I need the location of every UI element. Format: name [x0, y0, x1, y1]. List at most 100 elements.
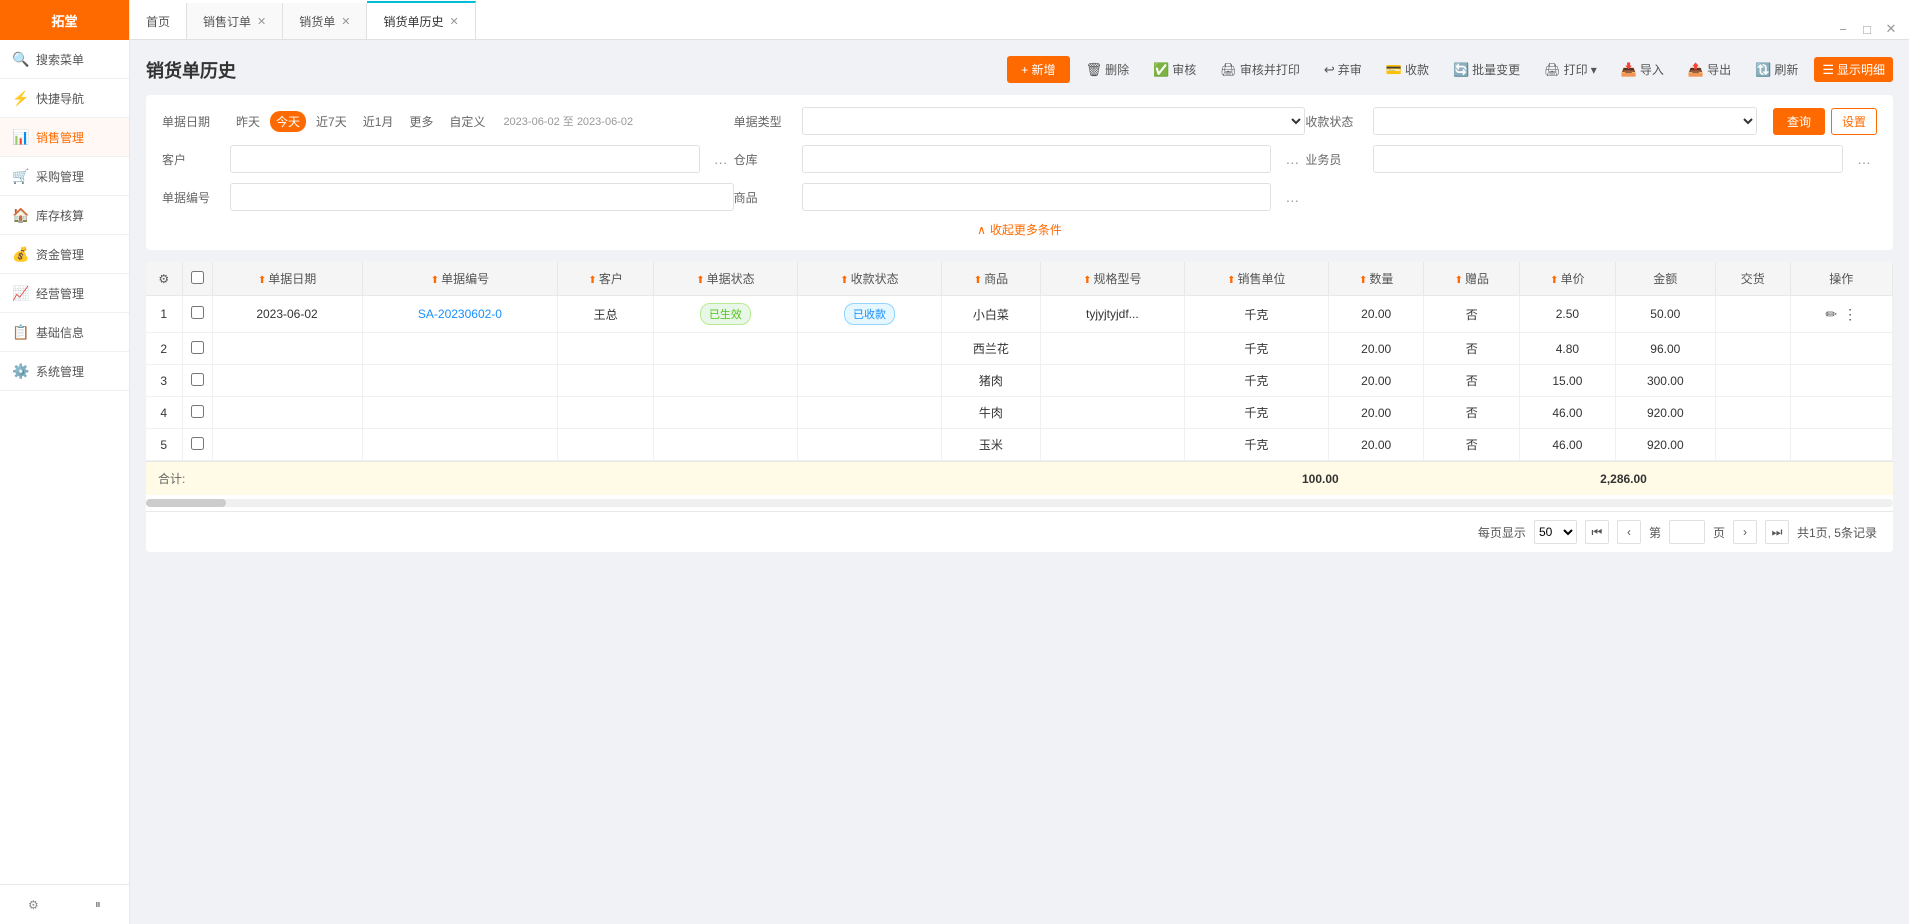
query-button[interactable]: 查询 — [1773, 108, 1825, 135]
per-page-label: 每页显示 — [1478, 524, 1526, 541]
review-print-icon: 🖨 — [1220, 62, 1237, 78]
batch-change-icon: 🔄 — [1453, 62, 1469, 78]
last-page-btn[interactable]: ⏭ — [1765, 520, 1789, 544]
filter-doc-type-select[interactable] — [802, 107, 1306, 135]
review-button[interactable]: ✅ 审核 — [1145, 57, 1204, 82]
col-goods[interactable]: ⬆商品 — [941, 262, 1040, 296]
prev-page-btn[interactable]: ‹ — [1617, 520, 1641, 544]
table-cell[interactable]: ✏⋮ — [1790, 296, 1892, 333]
maximize-btn[interactable]: □ — [1857, 19, 1877, 39]
import-icon: 📥 — [1621, 62, 1637, 78]
table-cell: 小白菜 — [941, 296, 1040, 333]
delete-button[interactable]: 🗑 删除 — [1078, 57, 1138, 82]
date-tab-7days[interactable]: 近7天 — [310, 111, 353, 132]
sidebar-item-basic-info[interactable]: 📋 基础信息 — [0, 313, 129, 352]
filter-goods-input[interactable] — [802, 183, 1272, 211]
sidebar-item-system-mgmt[interactable]: ⚙️ 系统管理 — [0, 352, 129, 391]
col-doc-no[interactable]: ⬆单据编号 — [362, 262, 558, 296]
print-button[interactable]: 🖨 打印 ▾ — [1536, 57, 1605, 82]
export-button[interactable]: 📤 导出 — [1680, 57, 1739, 82]
table-cell[interactable] — [1790, 429, 1892, 461]
table-cell: 15.00 — [1520, 365, 1616, 397]
select-all-checkbox[interactable] — [191, 271, 204, 284]
table-cell[interactable] — [182, 296, 212, 333]
date-tab-custom[interactable]: 自定义 — [443, 111, 491, 132]
sidebar-item-search-menu[interactable]: 🔍 搜索菜单 — [0, 40, 129, 79]
scroll-thumb[interactable] — [146, 499, 226, 507]
col-gift[interactable]: ⬆赠品 — [1424, 262, 1520, 296]
batch-change-button[interactable]: 🔄 批量变更 — [1445, 57, 1528, 82]
col-doc-status[interactable]: ⬆单据状态 — [653, 262, 797, 296]
col-collect-status[interactable]: ⬆收款状态 — [797, 262, 941, 296]
refresh-button[interactable]: 🔃 刷新 — [1747, 57, 1806, 82]
table-cell[interactable] — [1790, 365, 1892, 397]
date-tab-today[interactable]: 今天 — [270, 111, 306, 132]
filter-collect-status-select[interactable] — [1373, 107, 1757, 135]
page-number-input[interactable]: 1 — [1669, 520, 1705, 544]
date-tab-1month[interactable]: 近1月 — [357, 111, 400, 132]
tab-home[interactable]: 首页 — [130, 3, 187, 39]
tab-sales-order-close[interactable]: ✕ — [257, 15, 266, 28]
col-sales-unit[interactable]: ⬆销售单位 — [1184, 262, 1328, 296]
sidebar-item-operations-mgmt[interactable]: 📈 经营管理 — [0, 274, 129, 313]
col-customer[interactable]: ⬆客户 — [558, 262, 654, 296]
import-button[interactable]: 📥 导入 — [1613, 57, 1672, 82]
staff-ellipsis-btn[interactable]: … — [1851, 150, 1877, 168]
filter-warehouse-input[interactable] — [802, 145, 1272, 173]
show-detail-button[interactable]: ☰ 显示明细 — [1814, 57, 1893, 82]
filter-staff-item: 业务员 … — [1305, 145, 1877, 173]
page-title: 销货单历史 — [146, 57, 236, 83]
sidebar-item-sales-mgmt[interactable]: 📊 销售管理 — [0, 118, 129, 157]
sidebar-item-purchase-mgmt[interactable]: 🛒 采购管理 — [0, 157, 129, 196]
sidebar-item-inventory[interactable]: 🏠 库存核算 — [0, 196, 129, 235]
review-icon: ✅ — [1153, 62, 1169, 78]
sidebar-item-label: 库存核算 — [36, 207, 84, 224]
col-settings[interactable]: ⚙ — [146, 262, 182, 296]
table-cell[interactable] — [182, 365, 212, 397]
table-cell: 千克 — [1184, 429, 1328, 461]
sidebar-collapse-btn[interactable]: ⚙ — [24, 894, 43, 916]
table-cell[interactable] — [182, 397, 212, 429]
settings-button[interactable]: 设置 — [1831, 108, 1877, 135]
sidebar-item-quick-nav[interactable]: ⚡ 快捷导航 — [0, 79, 129, 118]
table-cell[interactable] — [182, 333, 212, 365]
tab-sales-goods[interactable]: 销货单 ✕ — [283, 3, 367, 39]
next-page-btn[interactable]: › — [1733, 520, 1757, 544]
edit-btn[interactable]: ✏ — [1822, 304, 1840, 324]
col-doc-date[interactable]: ⬆单据日期 — [212, 262, 362, 296]
collect-button[interactable]: 💳 收款 — [1378, 57, 1437, 82]
col-quantity[interactable]: ⬆数量 — [1328, 262, 1424, 296]
tab-sales-order[interactable]: 销售订单 ✕ — [187, 3, 283, 39]
tab-sales-history-close[interactable]: ✕ — [450, 15, 459, 28]
horizontal-scrollbar[interactable] — [146, 499, 1893, 507]
close-btn[interactable]: ✕ — [1881, 19, 1901, 39]
sidebar-pause-btn[interactable]: ⏸ — [91, 893, 105, 916]
date-tab-more[interactable]: 更多 — [403, 111, 439, 132]
review-print-button[interactable]: 🖨 审核并打印 — [1212, 57, 1308, 82]
filter-doc-no-input[interactable] — [230, 183, 734, 211]
col-unit-price[interactable]: ⬆单价 — [1520, 262, 1616, 296]
table-cell[interactable] — [1790, 397, 1892, 429]
first-page-btn[interactable]: ⏮ — [1585, 520, 1609, 544]
collapse-button[interactable]: ∧ 收起更多条件 — [162, 221, 1877, 238]
per-page-select[interactable]: 50 100 200 — [1534, 520, 1577, 544]
customer-ellipsis-btn[interactable]: … — [708, 150, 734, 168]
print-dropdown-icon[interactable]: ▾ — [1591, 63, 1597, 77]
table-cell: 已生效 — [653, 296, 797, 333]
goods-ellipsis-btn[interactable]: … — [1279, 188, 1305, 206]
filter-staff-input[interactable] — [1373, 145, 1843, 173]
filter-customer-input[interactable] — [230, 145, 700, 173]
col-spec-type[interactable]: ⬆规格型号 — [1040, 262, 1184, 296]
sidebar-item-finance-mgmt[interactable]: 💰 资金管理 — [0, 235, 129, 274]
warehouse-ellipsis-btn[interactable]: … — [1279, 150, 1305, 168]
tab-sales-history[interactable]: 销货单历史 ✕ — [367, 1, 475, 39]
more-btn[interactable]: ⋮ — [1840, 304, 1860, 324]
date-tab-yesterday[interactable]: 昨天 — [230, 111, 266, 132]
tab-sales-goods-close[interactable]: ✕ — [341, 15, 350, 28]
new-button[interactable]: + 新增 — [1007, 56, 1069, 83]
table-cell: 牛肉 — [941, 397, 1040, 429]
table-cell[interactable] — [1790, 333, 1892, 365]
minimize-btn[interactable]: − — [1833, 19, 1853, 39]
abandon-button[interactable]: ↩ 弃审 — [1316, 57, 1370, 82]
table-cell[interactable] — [182, 429, 212, 461]
